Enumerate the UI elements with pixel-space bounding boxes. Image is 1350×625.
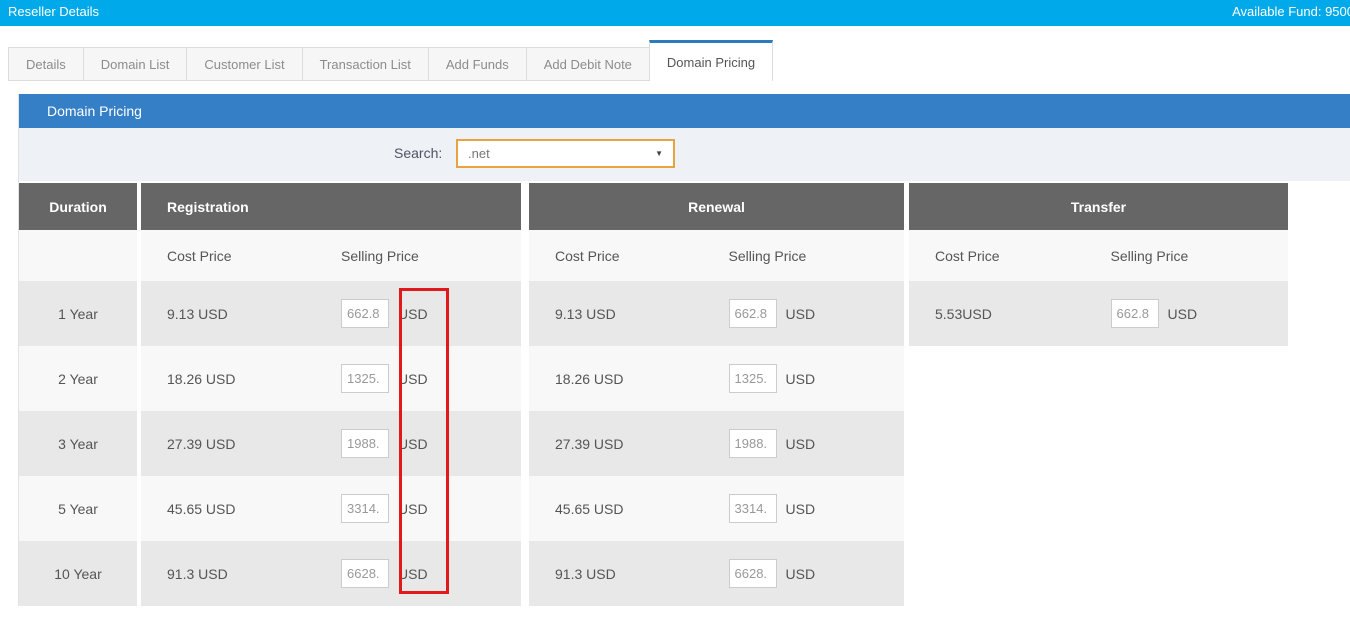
transfer-header: Transfer: [909, 183, 1288, 230]
table-row: 91.3 USD USD: [529, 541, 904, 606]
tab-domain-list[interactable]: Domain List: [82, 47, 187, 81]
search-bar: Search: .net ▼: [19, 128, 1350, 181]
registration-selling-input[interactable]: [341, 429, 389, 458]
renewal-cost-cell: 18.26 USD: [555, 370, 624, 387]
registration-selling-price-header: Selling Price: [341, 247, 419, 264]
currency-label: USD: [1167, 305, 1198, 322]
renewal-header: Renewal: [529, 183, 904, 230]
renewal-cost-price-header: Cost Price: [555, 247, 620, 264]
registration-cost-cell: 18.26 USD: [167, 370, 236, 387]
registration-cost-cell: 45.65 USD: [167, 500, 236, 517]
tab-bar: Details Domain List Customer List Transa…: [8, 40, 1350, 81]
search-label: Search:: [394, 145, 443, 161]
tab-domain-pricing[interactable]: Domain Pricing: [648, 40, 774, 81]
registration-selling-input[interactable]: [341, 299, 389, 328]
renewal-selling-input[interactable]: [728, 299, 777, 328]
currency-label: USD: [398, 435, 428, 452]
renewal-selling-input[interactable]: [728, 364, 777, 393]
table-row: 3 Year 27.39 USD USD: [19, 411, 521, 476]
duration-cell: 2 Year: [58, 370, 98, 387]
table-row: 18.26 USD USD: [529, 346, 904, 411]
registration-cost-cell: 91.3 USD: [167, 565, 228, 582]
table-row: 45.65 USD USD: [529, 476, 904, 541]
renewal-selling-price-header: Selling Price: [728, 247, 807, 264]
tab-customer-list[interactable]: Customer List: [186, 47, 302, 81]
search-select-value: .net: [468, 146, 490, 161]
renewal-cost-cell: 91.3 USD: [555, 565, 616, 582]
tab-add-funds[interactable]: Add Funds: [427, 47, 526, 81]
registration-selling-input[interactable]: [341, 494, 389, 523]
pricing-tables: Duration Registration Cost Price Selling…: [19, 183, 1350, 606]
duration-header: Duration: [19, 183, 137, 230]
search-select[interactable]: .net ▼: [456, 139, 675, 168]
tab-transaction-list[interactable]: Transaction List: [301, 47, 428, 81]
registration-table: Duration Registration Cost Price Selling…: [19, 183, 521, 606]
domain-pricing-panel: Domain Pricing Search: .net ▼ Duration R…: [18, 94, 1350, 606]
registration-selling-input[interactable]: [341, 364, 389, 393]
table-row: 2 Year 18.26 USD USD: [19, 346, 521, 411]
table-row: 1 Year 9.13 USD USD: [19, 281, 521, 346]
registration-cost-price-header: Cost Price: [167, 247, 232, 264]
currency-label: USD: [398, 305, 428, 322]
page: { "topbar": { "title": "Reseller Details…: [0, 0, 1350, 625]
duration-cell: 1 Year: [58, 305, 98, 322]
duration-cell: 10 Year: [54, 565, 102, 582]
currency-label: USD: [785, 370, 816, 387]
renewal-cost-cell: 9.13 USD: [555, 305, 616, 322]
currency-label: USD: [398, 565, 428, 582]
registration-cost-cell: 27.39 USD: [167, 435, 236, 452]
transfer-table: Transfer Cost Price Selling Price 5.53US…: [909, 183, 1288, 346]
panel-header: Domain Pricing: [19, 94, 1350, 128]
duration-cell: 3 Year: [58, 435, 98, 452]
renewal-selling-input[interactable]: [728, 494, 777, 523]
currency-label: USD: [785, 305, 816, 322]
table-row: 9.13 USD USD: [529, 281, 904, 346]
transfer-selling-price-header: Selling Price: [1110, 247, 1189, 264]
table-row: 27.39 USD USD: [529, 411, 904, 476]
chevron-down-icon: ▼: [655, 149, 663, 158]
currency-label: USD: [785, 565, 816, 582]
table-row: 5 Year 45.65 USD USD: [19, 476, 521, 541]
renewal-cost-cell: 27.39 USD: [555, 435, 624, 452]
transfer-cost-cell: 5.53USD: [935, 305, 992, 322]
currency-label: USD: [785, 435, 816, 452]
tab-add-debit-note[interactable]: Add Debit Note: [525, 47, 649, 81]
transfer-cost-price-header: Cost Price: [935, 247, 1000, 264]
registration-selling-input[interactable]: [341, 559, 389, 588]
page-title: Reseller Details: [8, 4, 100, 19]
tab-details[interactable]: Details: [8, 47, 83, 81]
renewal-selling-input[interactable]: [728, 559, 777, 588]
table-row: 10 Year 91.3 USD USD: [19, 541, 521, 606]
table-row: 5.53USD USD: [909, 281, 1288, 346]
currency-label: USD: [398, 370, 428, 387]
registration-cost-cell: 9.13 USD: [167, 305, 228, 322]
registration-header: Registration: [141, 183, 521, 230]
currency-label: USD: [785, 500, 816, 517]
transfer-selling-input[interactable]: [1110, 299, 1159, 328]
renewal-table: Renewal Cost Price Selling Price 9.13 US…: [529, 183, 904, 606]
renewal-selling-input[interactable]: [728, 429, 777, 458]
renewal-cost-cell: 45.65 USD: [555, 500, 624, 517]
top-bar: Reseller Details Available Fund: 9500: [0, 0, 1350, 26]
duration-cell: 5 Year: [58, 500, 98, 517]
currency-label: USD: [398, 500, 428, 517]
available-fund: Available Fund: 9500: [1232, 4, 1350, 19]
